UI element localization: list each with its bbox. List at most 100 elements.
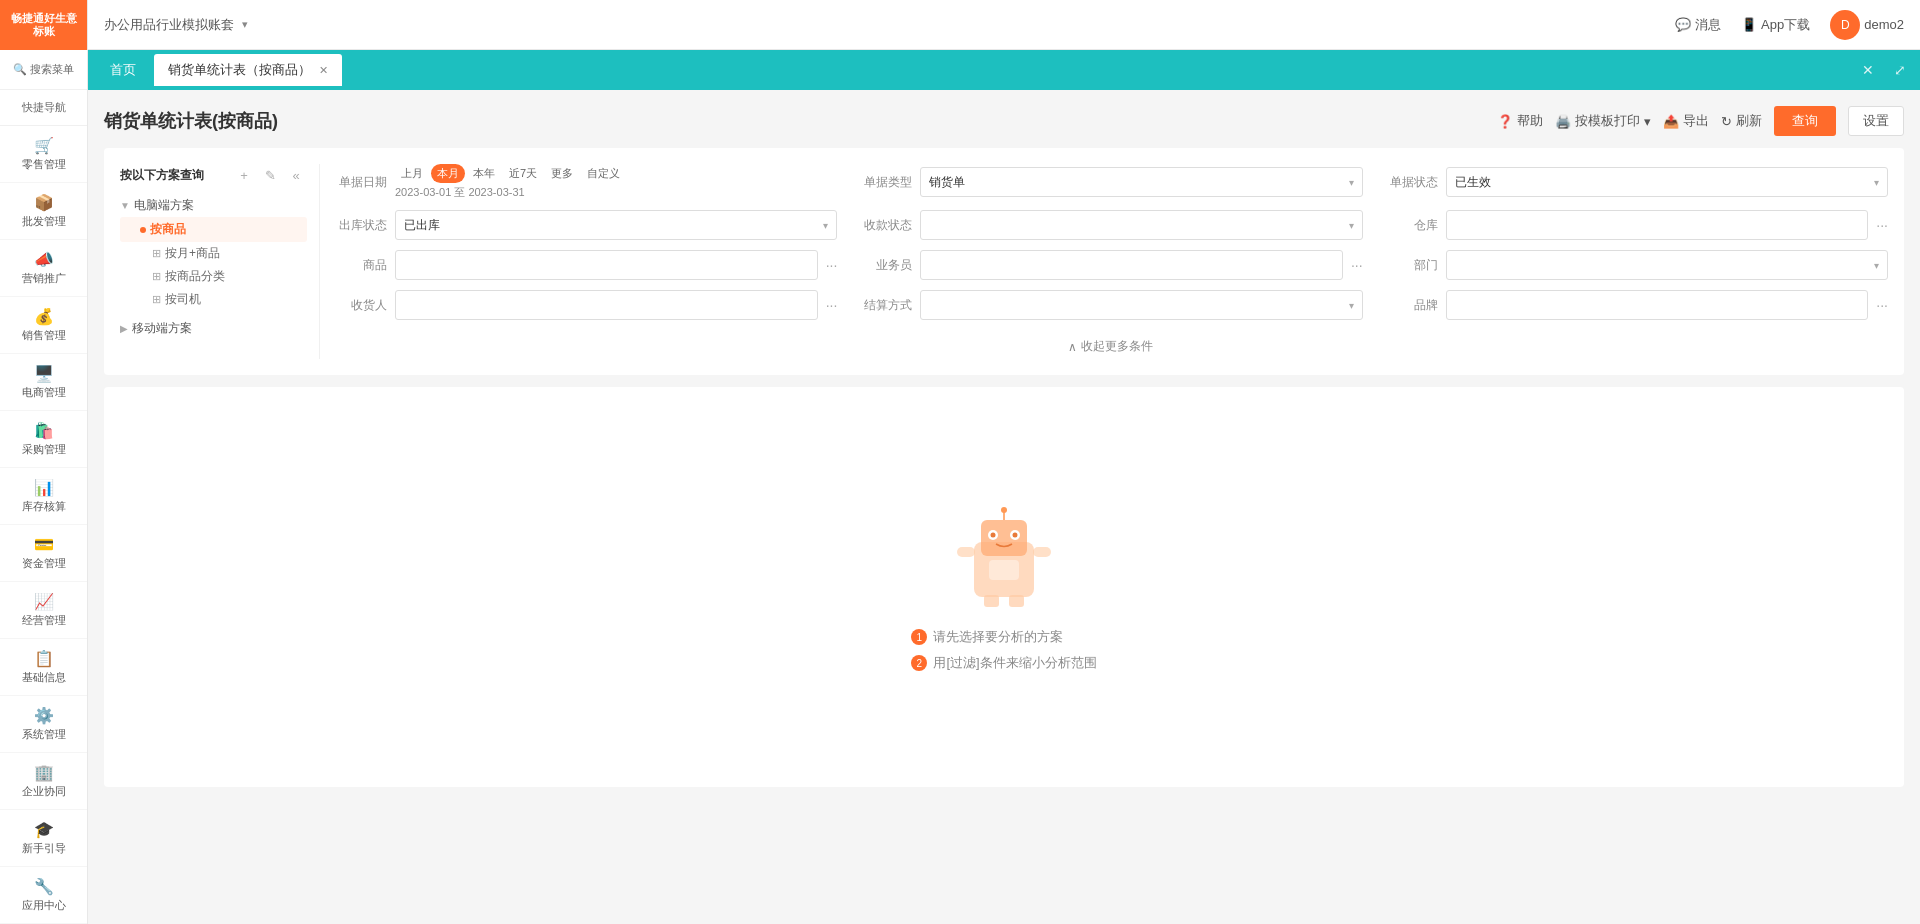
warehouse-more[interactable]: ··· [1876,217,1888,233]
workspace-dropdown[interactable]: ▾ [242,18,248,31]
user-menu-btn[interactable]: D demo2 [1830,10,1904,40]
sidebar-item-retail[interactable]: 🛒 零售管理 [0,126,87,183]
export-btn[interactable]: 📤 导出 [1663,112,1709,130]
basic-label: 基础信息 [22,670,66,685]
staff-input[interactable] [920,250,1343,280]
quick-nav-btn[interactable]: 快捷导航 [0,96,87,119]
sidebar: 畅捷通好生意 标账 🔍 搜索菜单 快捷导航 🛒 零售管理 📦 批发管理 📣 营销… [0,0,88,924]
svg-point-4 [990,533,995,538]
doctype-select[interactable]: 销货单 ▾ [920,167,1362,197]
date-opt-this-month[interactable]: 本月 [431,164,465,183]
receiver-more[interactable]: ··· [826,297,838,313]
system-label: 系统管理 [22,727,66,742]
date-opt-this-year[interactable]: 本年 [467,164,501,183]
tabbar: 首页 销货单统计表（按商品） ✕ ✕ ⤢ [88,50,1920,90]
tab-sales-stat[interactable]: 销货单统计表（按商品） ✕ [154,54,342,86]
sidebar-item-system[interactable]: ⚙️ 系统管理 [0,696,87,753]
search-menu-btn[interactable]: 🔍 搜索菜单 [13,58,74,81]
print-dropdown-icon[interactable]: ▾ [1644,114,1651,129]
tab-close-btn[interactable]: ✕ [1856,58,1880,82]
staff-label: 业务员 [857,257,912,274]
payment-arrow: ▾ [1349,300,1354,311]
driver-icon: ⊞ [152,293,161,306]
scheme-edit-btn[interactable]: ✎ [259,164,281,186]
tab-home-label: 首页 [110,61,136,79]
svg-rect-12 [989,560,1019,580]
query-btn[interactable]: 查询 [1774,106,1836,136]
brand-more[interactable]: ··· [1876,297,1888,313]
app-download-btn[interactable]: 📱 App下载 [1741,16,1810,34]
scheme-sub-item-driver[interactable]: ⊞ 按司机 [120,288,307,311]
collapse-btn[interactable]: ∧ 收起更多条件 [1056,334,1165,359]
scheme-actions: + ✎ « [233,164,307,186]
goods-more[interactable]: ··· [826,257,838,273]
svg-rect-10 [957,547,975,557]
warehouse-input[interactable] [1446,210,1869,240]
user-name: demo2 [1864,17,1904,32]
collect-status-arrow: ▾ [1349,220,1354,231]
scheme-collapse-btn[interactable]: « [285,164,307,186]
date-opt-more[interactable]: 更多 [545,164,579,183]
sidebar-item-sales[interactable]: 💰 销售管理 [0,297,87,354]
sidebar-search-section: 🔍 搜索菜单 [0,50,87,90]
app-logo[interactable]: 畅捷通好生意 标账 [0,0,87,50]
brand-input[interactable] [1446,290,1869,320]
date-opt-custom[interactable]: 自定义 [581,164,626,183]
purchase-icon: 🛍️ [34,421,54,440]
appcenter-icon: 🔧 [34,877,54,896]
sidebar-item-newbie[interactable]: 🎓 新手引导 [0,810,87,867]
user-avatar: D [1830,10,1860,40]
message-btn[interactable]: 💬 消息 [1675,16,1721,34]
docstatus-select[interactable]: 已生效 ▾ [1446,167,1888,197]
sidebar-item-ecommerce[interactable]: 🖥️ 电商管理 [0,354,87,411]
docstatus-value: 已生效 [1455,174,1491,191]
print-btn[interactable]: 🖨️ 按模板打印 ▾ [1555,112,1651,130]
scheme-sub-item-category[interactable]: ⊞ 按商品分类 [120,265,307,288]
help-btn[interactable]: ❓ 帮助 [1497,112,1543,130]
scheme-item-by-goods-label: 按商品 [150,221,186,238]
payment-select[interactable]: ▾ [920,290,1362,320]
scheme-item-by-goods[interactable]: 按商品 [120,217,307,242]
scheme-section-pc-header[interactable]: ▼ 电脑端方案 [120,194,307,217]
staff-more[interactable]: ··· [1351,257,1363,273]
filter-date-row: 单据日期 上月 本月 本年 近7天 更多 自定义 2023-03-01 至 20… [332,164,837,200]
receiver-input[interactable] [395,290,818,320]
sidebar-item-wholesale[interactable]: 📦 批发管理 [0,183,87,240]
scheme-add-btn[interactable]: + [233,164,255,186]
refresh-btn[interactable]: ↻ 刷新 [1721,112,1762,130]
scheme-sub-item-month-goods[interactable]: ⊞ 按月+商品 [120,242,307,265]
tab-expand-btn[interactable]: ⤢ [1888,58,1912,82]
settings-btn[interactable]: 设置 [1848,106,1904,136]
date-opt-last-month[interactable]: 上月 [395,164,429,183]
finance-label: 资金管理 [22,556,66,571]
appcenter-label: 应用中心 [22,898,66,913]
finance-icon: 💳 [34,535,54,554]
doctype-arrow: ▾ [1349,177,1354,188]
sidebar-item-basic[interactable]: 📋 基础信息 [0,639,87,696]
wh-status-arrow: ▾ [823,220,828,231]
newbie-icon: 🎓 [34,820,54,839]
sidebar-item-purchase[interactable]: 🛍️ 采购管理 [0,411,87,468]
sidebar-item-enterprise[interactable]: 🏢 企业协同 [0,753,87,810]
main-area: 办公用品行业模拟账套 ▾ 💬 消息 📱 App下载 D demo2 首页 [88,0,1920,924]
operations-icon: 📈 [34,592,54,611]
wh-status-select[interactable]: 已出库 ▾ [395,210,837,240]
page-actions: ❓ 帮助 🖨️ 按模板打印 ▾ 📤 导出 ↻ 刷新 查询 设置 [1497,106,1904,136]
scheme-section-mobile: ▶ 移动端方案 [120,317,307,340]
sidebar-item-inventory[interactable]: 📊 库存核算 [0,468,87,525]
dept-select[interactable]: ▾ [1446,250,1888,280]
tab-home[interactable]: 首页 [96,54,150,86]
date-opt-7days[interactable]: 近7天 [503,164,543,183]
sidebar-item-marketing[interactable]: 📣 营销推广 [0,240,87,297]
sidebar-item-operations[interactable]: 📈 经营管理 [0,582,87,639]
empty-msg-text-2: 用[过滤]条件来缩小分析范围 [933,654,1096,672]
goods-input[interactable] [395,250,818,280]
help-label: 帮助 [1517,112,1543,130]
sidebar-item-finance[interactable]: 💳 资金管理 [0,525,87,582]
tab-sales-stat-close[interactable]: ✕ [319,64,328,77]
tab-sales-stat-label: 销货单统计表（按商品） [168,61,311,79]
collect-status-select[interactable]: ▾ [920,210,1362,240]
scheme-section-mobile-header[interactable]: ▶ 移动端方案 [120,317,307,340]
filter-brand-row: 品牌 ··· [1383,290,1888,320]
sidebar-item-appcenter[interactable]: 🔧 应用中心 [0,867,87,924]
